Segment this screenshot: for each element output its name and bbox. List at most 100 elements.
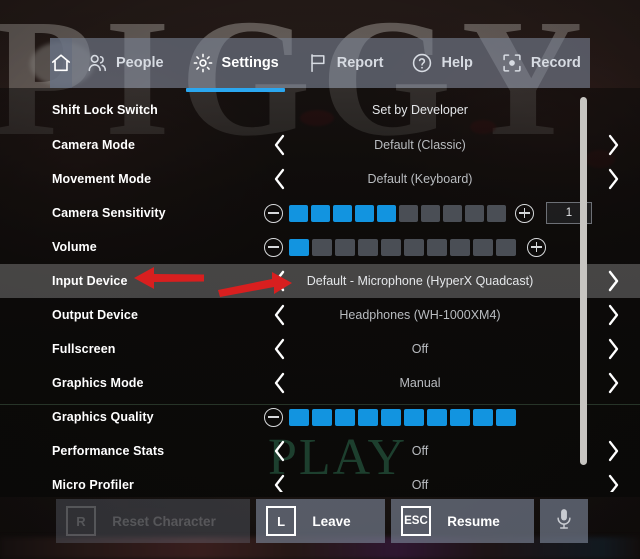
setting-row-camera-mode[interactable]: Camera Mode Default (Classic) <box>0 128 640 162</box>
setting-control: Off <box>252 332 618 366</box>
question-icon <box>411 52 433 74</box>
flag-icon <box>307 52 329 74</box>
microphone-icon <box>553 507 575 536</box>
next-arrow-button[interactable] <box>604 166 622 192</box>
tab-help[interactable]: Help <box>397 38 486 88</box>
setting-label: Camera Sensitivity <box>52 206 166 220</box>
reset-character-button: R Reset Character <box>56 499 251 543</box>
reset-character-label: Reset Character <box>112 513 216 529</box>
decrease-button[interactable] <box>264 203 283 223</box>
prev-arrow-button[interactable] <box>270 302 288 328</box>
slider-track[interactable] <box>289 238 516 256</box>
volume-slider[interactable] <box>252 237 588 257</box>
setting-row-graphics-mode[interactable]: Graphics Mode Manual <box>0 366 640 400</box>
setting-control <box>252 400 588 434</box>
decrease-button[interactable] <box>264 237 283 257</box>
setting-row-output-device[interactable]: Output Device Headphones (WH-1000XM4) <box>0 298 640 332</box>
keycap-r: R <box>66 506 96 536</box>
next-arrow-button[interactable] <box>604 472 622 492</box>
next-arrow-button[interactable] <box>604 336 622 362</box>
setting-row-input-device[interactable]: Input Device Default - Microphone (Hyper… <box>0 264 640 298</box>
increase-button[interactable] <box>515 203 534 223</box>
setting-value: Off <box>411 444 429 458</box>
tab-report-label: Report <box>336 55 384 71</box>
setting-value: Set by Developer <box>372 103 468 117</box>
setting-label: Graphics Mode <box>52 376 144 390</box>
bottom-action-bar: R Reset Character L Leave ESC Resume <box>56 499 589 543</box>
microphone-toggle-button[interactable] <box>540 499 589 543</box>
setting-control: Off <box>252 468 618 492</box>
setting-row-micro-profiler[interactable]: Micro Profiler Off <box>0 468 640 492</box>
leave-label: Leave <box>312 513 351 529</box>
prev-arrow-button[interactable] <box>270 472 288 492</box>
setting-row-graphics-quality[interactable]: Graphics Quality <box>0 400 640 434</box>
setting-control: Default (Keyboard) <box>252 162 618 196</box>
tab-help-label: Help <box>441 55 473 71</box>
decrease-button[interactable] <box>264 407 283 427</box>
setting-value: Off <box>411 342 429 356</box>
people-icon <box>86 52 108 74</box>
prev-arrow-button[interactable] <box>270 370 288 396</box>
graphics-quality-slider[interactable] <box>252 407 588 427</box>
prev-arrow-button[interactable] <box>270 132 288 158</box>
setting-control: Default (Classic) <box>252 128 618 162</box>
setting-row-volume[interactable]: Volume <box>0 230 640 264</box>
next-arrow-button[interactable] <box>604 132 622 158</box>
setting-label: Camera Mode <box>52 138 136 152</box>
tab-people-label: People <box>116 55 164 71</box>
setting-value: Headphones (WH-1000XM4) <box>339 308 501 322</box>
camera-sensitivity-slider[interactable]: 1 <box>252 202 592 224</box>
keycap-l: L <box>266 506 297 536</box>
setting-label: Performance Stats <box>52 444 165 458</box>
setting-label: Micro Profiler <box>52 478 134 492</box>
setting-value: Default - Microphone (HyperX Quadcast) <box>306 274 534 288</box>
setting-label: Input Device <box>52 274 128 288</box>
setting-row-fullscreen[interactable]: Fullscreen Off <box>0 332 640 366</box>
prev-arrow-button[interactable] <box>270 438 288 464</box>
prev-arrow-button[interactable] <box>270 268 288 294</box>
gear-icon <box>192 52 214 74</box>
setting-label: Fullscreen <box>52 342 116 356</box>
setting-control: Headphones (WH-1000XM4) <box>252 298 618 332</box>
resume-button[interactable]: ESC Resume <box>390 499 535 543</box>
leave-button[interactable]: L Leave <box>256 499 385 543</box>
record-icon <box>501 52 523 74</box>
setting-control: Default - Microphone (HyperX Quadcast) <box>252 264 618 298</box>
setting-row-shift-lock-switch[interactable]: Shift Lock Switch Set by Developer <box>0 92 640 128</box>
setting-value: Off <box>411 478 429 492</box>
setting-label: Graphics Quality <box>52 410 154 424</box>
settings-list: Shift Lock Switch Set by Developer Camer… <box>0 92 640 492</box>
setting-value: Default (Classic) <box>374 138 466 152</box>
setting-row-movement-mode[interactable]: Movement Mode Default (Keyboard) <box>0 162 640 196</box>
slider-track[interactable] <box>289 204 506 222</box>
tab-record[interactable]: Record <box>487 38 595 88</box>
setting-row-performance-stats[interactable]: Performance Stats Off <box>0 434 640 468</box>
next-arrow-button[interactable] <box>604 370 622 396</box>
home-button[interactable] <box>50 38 72 88</box>
setting-control: Manual <box>252 366 618 400</box>
setting-control: Off <box>252 434 618 468</box>
tab-people[interactable]: People <box>72 38 178 88</box>
next-arrow-button[interactable] <box>604 438 622 464</box>
next-arrow-button[interactable] <box>604 302 622 328</box>
tab-report[interactable]: Report <box>293 38 398 88</box>
setting-label: Shift Lock Switch <box>52 103 158 117</box>
prev-arrow-button[interactable] <box>270 166 288 192</box>
slider-track[interactable] <box>289 408 516 426</box>
setting-row-camera-sensitivity[interactable]: Camera Sensitivity 1 <box>0 196 640 230</box>
setting-control <box>252 230 588 264</box>
tab-settings[interactable]: Settings <box>178 38 293 92</box>
settings-scrollbar[interactable] <box>580 97 587 465</box>
setting-label: Output Device <box>52 308 139 322</box>
increase-button[interactable] <box>527 237 546 257</box>
setting-label: Movement Mode <box>52 172 152 186</box>
tab-record-label: Record <box>530 55 581 71</box>
tab-settings-label: Settings <box>221 55 279 71</box>
resume-label: Resume <box>447 513 500 529</box>
roblox-settings-overlay: PIGGY PLAY People <box>0 0 640 559</box>
next-arrow-button[interactable] <box>604 268 622 294</box>
home-icon <box>50 52 72 74</box>
setting-control: 1 <box>252 196 592 230</box>
setting-label: Volume <box>52 240 97 254</box>
prev-arrow-button[interactable] <box>270 336 288 362</box>
